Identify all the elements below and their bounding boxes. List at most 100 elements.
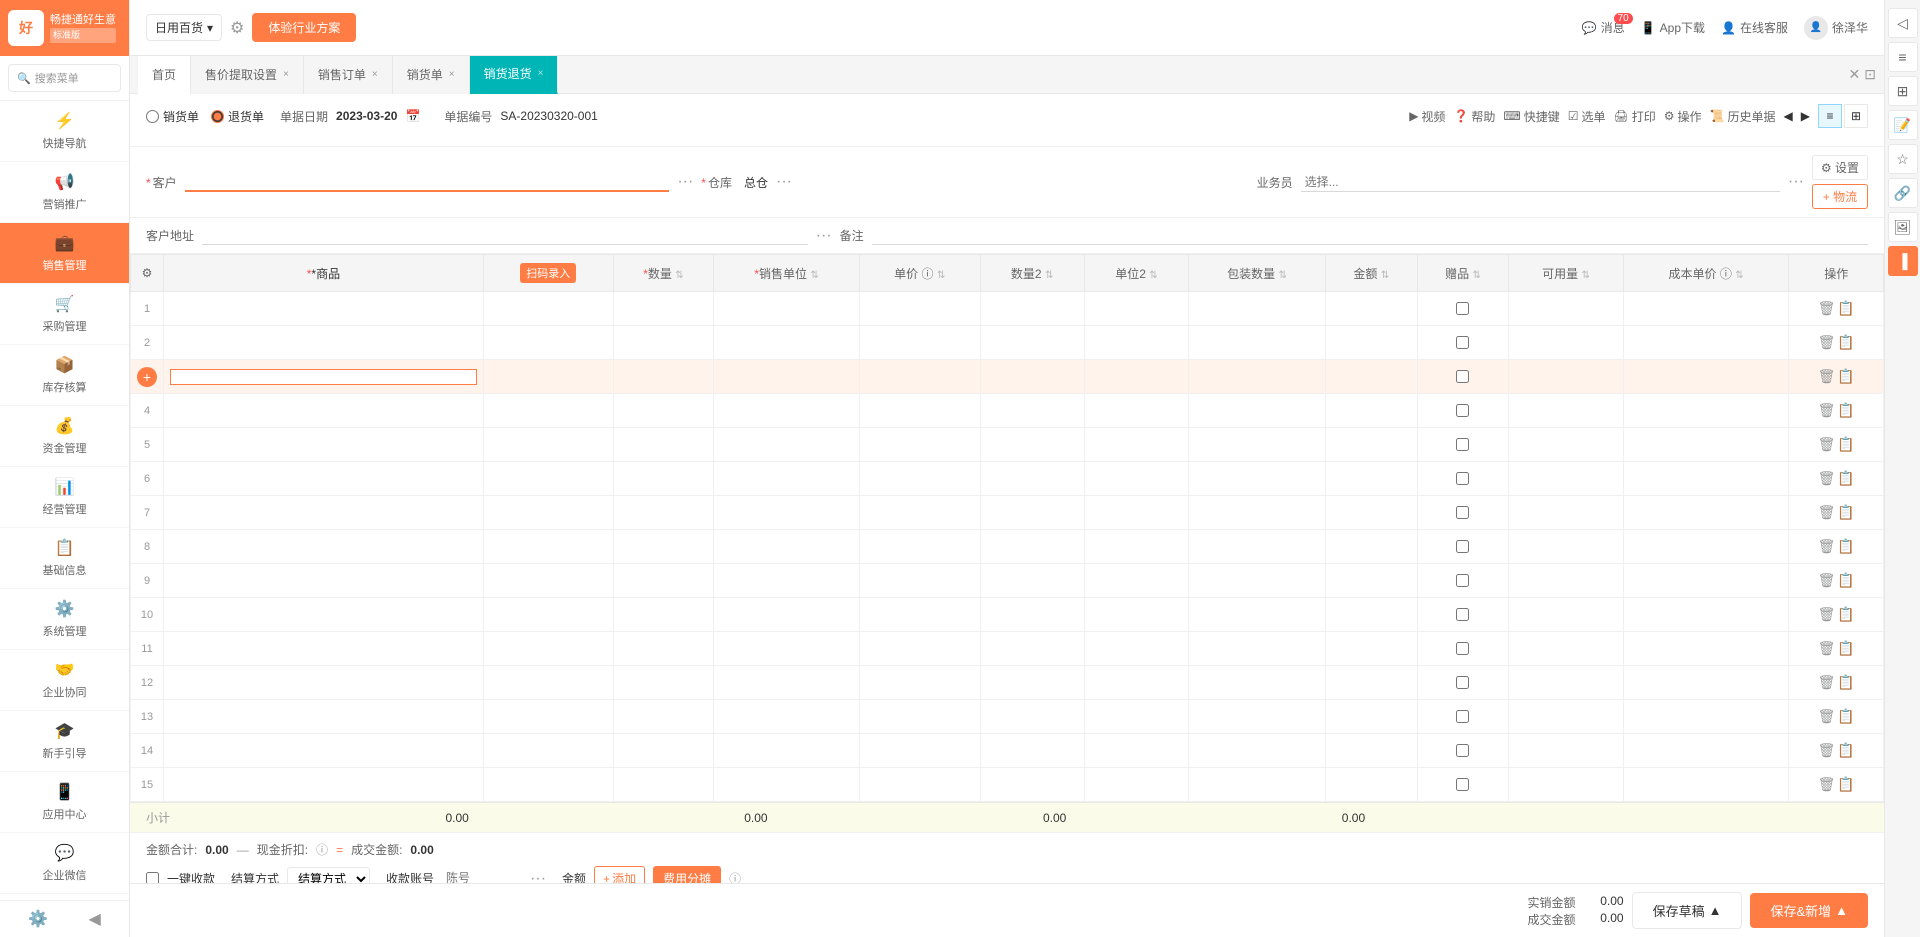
copy-row-11-button[interactable]: 📋: [1837, 640, 1854, 657]
gift-checkbox-12[interactable]: [1456, 676, 1469, 689]
delete-row-8-button[interactable]: 🗑: [1818, 538, 1836, 555]
amount-sort-icon[interactable]: ⇅: [1381, 270, 1389, 281]
copy-row-3-button[interactable]: 📋: [1837, 368, 1854, 385]
save-new-button[interactable]: 保存&新增 ▲: [1750, 893, 1868, 928]
gift-checkbox-9[interactable]: [1456, 574, 1469, 587]
add-row-button[interactable]: +: [137, 367, 157, 387]
fee-distribution-button[interactable]: 费用分摊: [653, 866, 721, 883]
product-input-4[interactable]: [170, 404, 477, 418]
copy-row-7-button[interactable]: 📋: [1837, 504, 1854, 521]
account-input[interactable]: [442, 869, 522, 883]
nav-prev-icon[interactable]: ◀: [1784, 109, 1793, 123]
tab-sales-return[interactable]: 销货退货 ×: [470, 56, 559, 94]
right-panel-expand-button[interactable]: ◁: [1888, 8, 1918, 38]
product-input-7[interactable]: [170, 506, 477, 520]
product-input-15[interactable]: [170, 778, 477, 792]
remark-input[interactable]: [872, 226, 1868, 245]
address-input[interactable]: [202, 226, 808, 245]
one-click-checkbox[interactable]: [146, 872, 159, 883]
gift-checkbox-8[interactable]: [1456, 540, 1469, 553]
sales-unit-sort-icon[interactable]: ⇅: [810, 270, 818, 281]
delete-row-2-button[interactable]: 🗑: [1818, 334, 1836, 351]
tab-close-sales-order[interactable]: ×: [372, 69, 378, 80]
customer-dots-button[interactable]: ···: [677, 173, 693, 191]
radio-sales-return-input[interactable]: [211, 110, 224, 123]
sidebar-item-sales[interactable]: 💼 销售管理: [0, 223, 129, 284]
video-button[interactable]: ▶ 视频: [1409, 108, 1445, 125]
trial-button[interactable]: 体验行业方案: [252, 13, 356, 42]
copy-row-13-button[interactable]: 📋: [1837, 708, 1854, 725]
tab-home[interactable]: 首页: [138, 56, 191, 94]
copy-row-12-button[interactable]: 📋: [1837, 674, 1854, 691]
radio-sales-delivery[interactable]: 销货单: [146, 108, 199, 125]
gift-checkbox-10[interactable]: [1456, 608, 1469, 621]
search-menu-button[interactable]: 🔍 搜索菜单: [8, 64, 121, 92]
cost-sort-icon[interactable]: ⇅: [1735, 270, 1743, 281]
address-dots-button[interactable]: ···: [816, 227, 832, 245]
product-input-1[interactable]: [170, 302, 477, 316]
copy-row-15-button[interactable]: 📋: [1837, 776, 1854, 793]
sidebar-item-apps[interactable]: 📱 应用中心: [0, 772, 129, 833]
delete-row-9-button[interactable]: 🗑: [1818, 572, 1836, 589]
gift-checkbox-15[interactable]: [1456, 778, 1469, 791]
history-button[interactable]: 📜 历史单据: [1710, 108, 1776, 125]
delete-row-12-button[interactable]: 🗑: [1818, 674, 1836, 691]
sidebar-item-enterprise[interactable]: 🤝 企业协同: [0, 650, 129, 711]
copy-row-14-button[interactable]: 📋: [1837, 742, 1854, 759]
sidebar-item-purchase[interactable]: 🛒 采购管理: [0, 284, 129, 345]
quantity-sort-icon[interactable]: ⇅: [675, 270, 683, 281]
warehouse-dots-button[interactable]: ···: [776, 173, 792, 191]
product-input-8[interactable]: [170, 540, 477, 554]
delete-row-1-button[interactable]: 🗑: [1818, 300, 1836, 317]
industry-select[interactable]: 日用百货 ▾: [146, 14, 222, 41]
gift-checkbox-4[interactable]: [1456, 404, 1469, 417]
right-panel-link-button[interactable]: 🔗: [1888, 178, 1918, 208]
online-service-button[interactable]: 👤 在线客服: [1721, 19, 1788, 36]
gift-checkbox-11[interactable]: [1456, 642, 1469, 655]
product-input-11[interactable]: [170, 642, 477, 656]
qty2-sort-icon[interactable]: ⇅: [1045, 270, 1053, 281]
equals-button[interactable]: =: [336, 843, 343, 857]
right-panel-list1-button[interactable]: ≡: [1888, 42, 1918, 72]
tab-sales-delivery[interactable]: 销货单 ×: [393, 56, 470, 94]
copy-row-1-button[interactable]: 📋: [1837, 300, 1854, 317]
scan-button[interactable]: 扫码录入: [520, 263, 576, 283]
help-button[interactable]: ❓ 帮助: [1453, 108, 1495, 125]
delete-row-6-button[interactable]: 🗑: [1818, 470, 1836, 487]
pack-sort-icon[interactable]: ⇅: [1278, 270, 1286, 281]
gift-checkbox-7[interactable]: [1456, 506, 1469, 519]
copy-row-2-button[interactable]: 📋: [1837, 334, 1854, 351]
customer-input[interactable]: [185, 172, 670, 192]
price-sort-icon[interactable]: ⇅: [937, 270, 945, 281]
product-input-12[interactable]: [170, 676, 477, 690]
copy-row-9-button[interactable]: 📋: [1837, 572, 1854, 589]
tab-price-settings[interactable]: 售价提取设置 ×: [191, 56, 304, 94]
copy-row-5-button[interactable]: 📋: [1837, 436, 1854, 453]
gift-checkbox-3[interactable]: [1456, 370, 1469, 383]
col-gear[interactable]: ⚙: [131, 255, 164, 292]
sidebar-item-inventory[interactable]: 📦 库存核算: [0, 345, 129, 406]
staff-input[interactable]: [1301, 173, 1780, 192]
collapse-footer-button[interactable]: ◀: [88, 909, 100, 929]
gift-checkbox-13[interactable]: [1456, 710, 1469, 723]
sidebar-item-system[interactable]: ⚙️ 系统管理: [0, 589, 129, 650]
product-input-3[interactable]: [170, 369, 477, 385]
method-select[interactable]: 结算方式: [287, 867, 370, 884]
delete-row-11-button[interactable]: 🗑: [1818, 640, 1836, 657]
shortcuts-button[interactable]: ⌨ 快捷键: [1503, 108, 1559, 125]
settings-form-button[interactable]: ⚙ 设置: [1812, 155, 1868, 180]
settings-footer-button[interactable]: ⚙️: [28, 909, 48, 929]
copy-row-4-button[interactable]: 📋: [1837, 402, 1854, 419]
nav-next-icon[interactable]: ▶: [1801, 109, 1810, 123]
radio-sales-delivery-input[interactable]: [146, 110, 159, 123]
delete-row-3-button[interactable]: 🗑: [1818, 368, 1836, 385]
gift-checkbox-1[interactable]: [1456, 302, 1469, 315]
right-panel-note-button[interactable]: 📝: [1888, 110, 1918, 140]
sidebar-item-basic[interactable]: 📋 基础信息: [0, 528, 129, 589]
gift-checkbox-2[interactable]: [1456, 336, 1469, 349]
view-grid-button[interactable]: ⊞: [1844, 104, 1868, 128]
product-input-2[interactable]: [170, 336, 477, 350]
right-panel-image-button[interactable]: 🖼: [1888, 212, 1918, 242]
delete-row-7-button[interactable]: 🗑: [1818, 504, 1836, 521]
sidebar-item-operations[interactable]: 📊 经营管理: [0, 467, 129, 528]
